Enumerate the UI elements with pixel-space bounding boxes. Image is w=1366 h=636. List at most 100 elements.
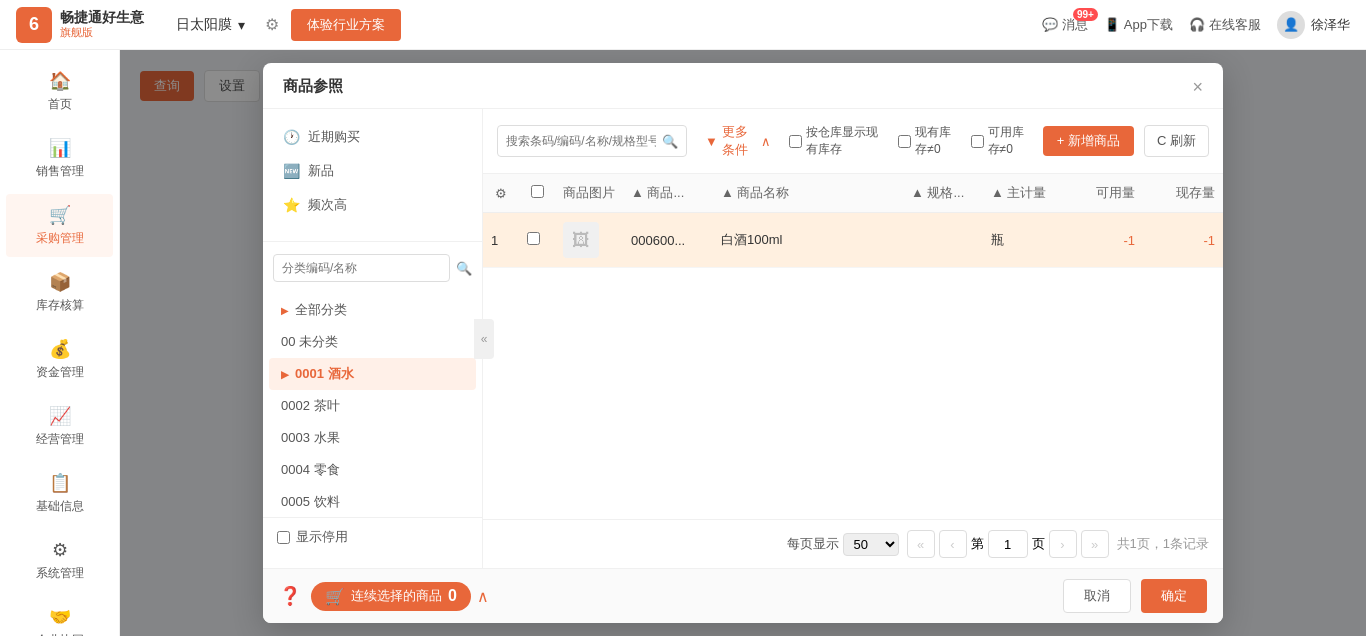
category-search-icon[interactable]: 🔍 (456, 261, 472, 276)
modal-close-button[interactable]: × (1192, 78, 1203, 96)
sidebar-item-sales[interactable]: 📊 销售管理 (6, 127, 113, 190)
row-img: 🖼 (555, 213, 623, 268)
divider (263, 241, 482, 242)
sidebar-item-ops[interactable]: 📈 经营管理 (6, 395, 113, 458)
cat-item-00[interactable]: 00 未分类 (269, 326, 476, 358)
th-stock: 现存量 (1143, 174, 1223, 213)
product-image: 🖼 (563, 222, 599, 258)
row-avail: -1 (1063, 213, 1143, 268)
pagination-bar: 每页显示 50 100 200 « ‹ 第 (483, 519, 1223, 568)
more-filter-btn[interactable]: ▼ 更多条件 ∧ (697, 119, 779, 163)
cat-item-0005[interactable]: 0005 饮料 (269, 486, 476, 517)
row-name: 白酒100ml (713, 213, 903, 268)
cat-item-0004[interactable]: 0004 零食 (269, 454, 476, 486)
th-gear[interactable]: ⚙ (483, 174, 519, 213)
gear-icon[interactable]: ⚙ (265, 15, 279, 34)
messages-item[interactable]: 💬 消息 99+ (1042, 16, 1088, 34)
add-product-btn[interactable]: + 新增商品 (1043, 126, 1134, 156)
right-panel: 🔍 ▼ 更多条件 ∧ 按仓库显示现有库存 (483, 109, 1223, 568)
finance-icon: 💰 (49, 338, 71, 360)
stock-nonzero-input[interactable] (898, 135, 911, 148)
page-size-dropdown[interactable]: 50 100 200 (843, 533, 899, 556)
next-page-btn[interactable]: › (1049, 530, 1077, 558)
select-all-checkbox[interactable] (531, 185, 544, 198)
cart-btn[interactable]: 🛒 连续选择的商品 0 (311, 582, 471, 611)
row-unit: 瓶 (983, 213, 1063, 268)
sidebar-item-home[interactable]: 🏠 首页 (6, 60, 113, 123)
quick-tab-frequent[interactable]: ⭐ 频次高 (273, 189, 472, 221)
app-download-item[interactable]: 📱 App下载 (1104, 16, 1173, 34)
page-number-input[interactable] (988, 530, 1028, 558)
avail-nonzero-input[interactable] (971, 135, 984, 148)
product-reference-modal: 商品参照 × 🕐 近期购买 🆕 (263, 63, 1223, 623)
table-row[interactable]: 1 🖼 000600... (483, 213, 1223, 268)
cart-count: 0 (448, 587, 457, 605)
new-icon: 🆕 (283, 163, 300, 179)
stock-nonzero-checkbox[interactable]: 现有库存≠0 (898, 124, 960, 158)
warehouse-filter-input[interactable] (789, 135, 802, 148)
product-search-bar: 🔍 ▼ 更多条件 ∧ 按仓库显示现有库存 (483, 109, 1223, 174)
help-icon[interactable]: ❓ (279, 585, 301, 607)
sidebar-item-finance[interactable]: 💰 资金管理 (6, 328, 113, 391)
product-search-input[interactable] (506, 134, 656, 148)
arrow-icon: ▶ (281, 305, 289, 316)
page-nav: « ‹ 第 页 › » (907, 530, 1109, 558)
cat-item-0001[interactable]: ▶ 0001 酒水 (269, 358, 476, 390)
user-avatar-area[interactable]: 👤 徐泽华 (1277, 11, 1350, 39)
avail-nonzero-checkbox[interactable]: 可用库存≠0 (971, 124, 1033, 158)
warehouse-filter-checkbox[interactable]: 按仓库显示现有库存 (789, 124, 888, 158)
cat-item-0003[interactable]: 0003 水果 (269, 422, 476, 454)
footer-right: 取消 确定 (1063, 579, 1207, 613)
sidebar-item-enterprise[interactable]: 🤝 企业协同 (6, 596, 113, 636)
first-page-btn[interactable]: « (907, 530, 935, 558)
last-page-btn[interactable]: » (1081, 530, 1109, 558)
product-table-body: 1 🖼 000600... (483, 213, 1223, 268)
modal-overlay: 商品参照 × 🕐 近期购买 🆕 (120, 50, 1366, 636)
logo-icon: 6 (16, 7, 52, 43)
row-check[interactable] (519, 213, 555, 268)
sidebar-item-base[interactable]: 📋 基础信息 (6, 462, 113, 525)
nav-right: 💬 消息 99+ 📱 App下载 🎧 在线客服 👤 徐泽华 (1042, 11, 1350, 39)
quick-tab-recent[interactable]: 🕐 近期购买 (273, 121, 472, 153)
th-avail: 可用量 (1063, 174, 1143, 213)
logo-sub: 旗舰版 (60, 25, 144, 40)
category-list: ▶ 全部分类 00 未分类 ▶ 0001 酒水 0002 茶 (263, 294, 482, 517)
row-num: 1 (483, 213, 519, 268)
confirm-button[interactable]: 确定 (1141, 579, 1207, 613)
th-spec[interactable]: ▲ 规格... (903, 174, 983, 213)
cancel-button[interactable]: 取消 (1063, 579, 1131, 613)
messages-badge: 99+ (1073, 8, 1098, 21)
cart-icon: 🛒 (325, 587, 345, 606)
collapse-footer-btn[interactable]: ∧ (477, 587, 489, 606)
show-disabled-checkbox[interactable] (277, 531, 290, 544)
nav-selector[interactable]: 日太阳膜 ▾ (164, 10, 257, 40)
main-content: 查询 设置 刷新 商品参照 × 🕐 (120, 50, 1366, 636)
th-check[interactable] (519, 174, 555, 213)
th-name[interactable]: ▲ 商品名称 (713, 174, 903, 213)
cat-item-all[interactable]: ▶ 全部分类 (269, 294, 476, 326)
quick-tab-new[interactable]: 🆕 新品 (273, 155, 472, 187)
home-icon: 🏠 (49, 70, 71, 92)
prev-page-btn[interactable]: ‹ (939, 530, 967, 558)
modal-footer: ❓ 🛒 连续选择的商品 0 ∧ 取消 确定 (263, 568, 1223, 623)
sidebar-item-inventory[interactable]: 📦 库存核算 (6, 261, 113, 324)
avatar: 👤 (1277, 11, 1305, 39)
th-unit[interactable]: ▲ 主计量 (983, 174, 1063, 213)
online-service-item[interactable]: 🎧 在线客服 (1189, 16, 1261, 34)
sidebar-item-purchase[interactable]: 🛒 采购管理 (6, 194, 113, 257)
product-search-icon[interactable]: 🔍 (662, 134, 678, 149)
trial-btn[interactable]: 体验行业方案 (291, 9, 401, 41)
left-panel-collapse-btn[interactable]: « (474, 319, 494, 359)
cat-item-0002[interactable]: 0002 茶叶 (269, 390, 476, 422)
row-checkbox[interactable] (527, 232, 540, 245)
page-total: 共1页，1条记录 (1117, 535, 1209, 553)
category-search-input[interactable] (273, 254, 450, 282)
system-icon: ⚙ (52, 539, 68, 561)
sidebar-item-system[interactable]: ⚙ 系统管理 (6, 529, 113, 592)
phone-icon: 📱 (1104, 17, 1120, 32)
refresh-btn[interactable]: C 刷新 (1144, 125, 1209, 157)
quick-tabs: 🕐 近期购买 🆕 新品 ⭐ 频次高 (263, 121, 482, 221)
logo-text: 畅捷通好生意 (60, 9, 144, 26)
th-img: 商品图片 (555, 174, 623, 213)
th-code[interactable]: ▲ 商品... (623, 174, 713, 213)
